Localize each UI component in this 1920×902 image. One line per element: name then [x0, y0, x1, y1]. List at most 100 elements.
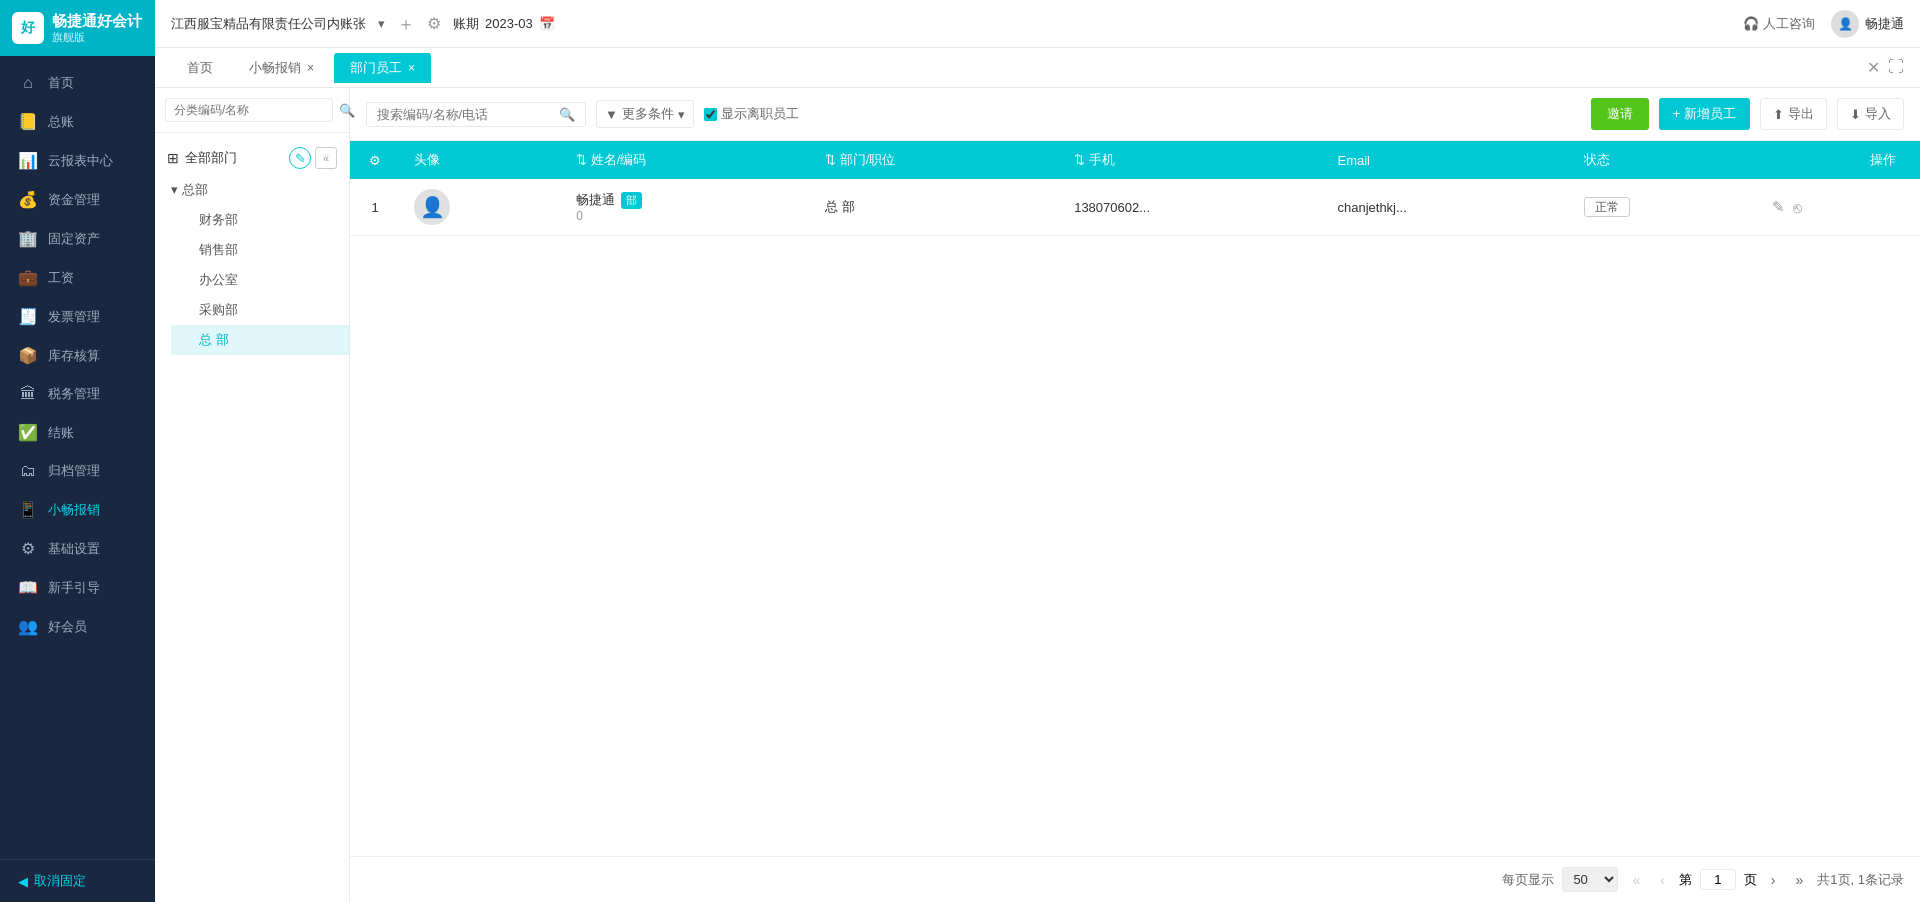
dept-item-finance[interactable]: 财务部	[171, 205, 349, 235]
funds-icon: 💰	[18, 190, 38, 209]
topbar: 江西服宝精品有限责任公司内账张 ▾ ＋ ⚙ 账期 2023-03 📅 🎧 人工咨…	[155, 0, 1920, 48]
export-label: 导出	[1788, 105, 1814, 123]
inventory-icon: 📦	[18, 346, 38, 365]
export-button[interactable]: ⬆ 导出	[1760, 98, 1827, 130]
more-filters-button[interactable]: ▼ 更多条件 ▾	[596, 100, 694, 128]
first-page-button[interactable]: «	[1626, 870, 1646, 890]
show-resigned-checkbox[interactable]: 显示离职员工	[704, 105, 799, 123]
add-company-button[interactable]: ＋	[397, 12, 415, 36]
import-button[interactable]: ⬇ 导入	[1837, 98, 1904, 130]
cell-dept: 总 部	[811, 179, 1060, 236]
invite-button[interactable]: 邀请	[1591, 98, 1649, 130]
nav-label-inventory: 库存核算	[48, 347, 100, 365]
tab-home-label: 首页	[187, 59, 213, 77]
nav-item-invoice[interactable]: 🧾 发票管理	[0, 297, 155, 336]
nav-item-inventory[interactable]: 📦 库存核算	[0, 336, 155, 375]
col-name[interactable]: ⇅ 姓名/编码	[562, 141, 811, 179]
nav-list: ⌂ 首页 📒 总账 📊 云报表中心 💰 资金管理 🏢 固定资产 💼 工资 🧾 发…	[0, 56, 155, 859]
collapse-dept-button[interactable]: «	[315, 147, 337, 169]
tab-home[interactable]: 首页	[171, 53, 229, 83]
service-label: 人工咨询	[1763, 15, 1815, 33]
ledger-icon: 📒	[18, 112, 38, 131]
search-icon[interactable]: 🔍	[559, 107, 575, 122]
salary-icon: 💼	[18, 268, 38, 287]
tab-expand-btn[interactable]: ⛶	[1888, 58, 1904, 77]
nav-label-archive: 归档管理	[48, 462, 100, 480]
dept-search-input[interactable]	[165, 98, 333, 122]
dept-tag: 部	[621, 192, 642, 209]
per-page-select[interactable]: 50 10 20 100	[1562, 867, 1618, 892]
cell-name: 畅捷通 部 0	[562, 179, 811, 236]
nav-label-ledger: 总账	[48, 113, 74, 131]
tab-close-btn[interactable]: ✕	[1867, 58, 1880, 77]
company-dropdown-icon[interactable]: ▾	[378, 16, 385, 31]
archive-icon: 🗂	[18, 462, 38, 480]
tab-expense-close[interactable]: ×	[307, 61, 314, 75]
nav-item-tax[interactable]: 🏛 税务管理	[0, 375, 155, 413]
tabs-actions: ✕ ⛶	[1867, 58, 1904, 77]
nav-label-funds: 资金管理	[48, 191, 100, 209]
col-dept[interactable]: ⇅ 部门/职位	[811, 141, 1060, 179]
add-employee-button[interactable]: + 新增员工	[1659, 98, 1750, 130]
dept-search-area: 🔍	[155, 88, 349, 133]
filter-label: 更多条件	[622, 105, 674, 123]
col-phone[interactable]: ⇅ 手机	[1060, 141, 1323, 179]
nav-item-closing[interactable]: ✅ 结账	[0, 413, 155, 452]
nav-item-salary[interactable]: 💼 工资	[0, 258, 155, 297]
filter-icon: ▼	[605, 107, 618, 122]
show-resigned-label: 显示离职员工	[721, 105, 799, 123]
dept-item-purchase[interactable]: 采购部	[171, 295, 349, 325]
edit-employee-button[interactable]: ✎	[1772, 198, 1785, 216]
nav-label-settings: 基础设置	[48, 540, 100, 558]
edit-dept-button[interactable]: ✎	[289, 147, 311, 169]
nav-item-funds[interactable]: 💰 资金管理	[0, 180, 155, 219]
nav-label-closing: 结账	[48, 424, 74, 442]
nav-item-assets[interactable]: 🏢 固定资产	[0, 219, 155, 258]
service-button[interactable]: 🎧 人工咨询	[1743, 15, 1815, 33]
last-page-button[interactable]: »	[1790, 870, 1810, 890]
nav-item-archive[interactable]: 🗂 归档管理	[0, 452, 155, 490]
prev-page-button[interactable]: ‹	[1654, 870, 1671, 890]
nav-label-assets: 固定资产	[48, 230, 100, 248]
nav-label-home: 首页	[48, 74, 74, 92]
nav-label-invoice: 发票管理	[48, 308, 100, 326]
next-page-button[interactable]: ›	[1765, 870, 1782, 890]
dept-item-sales[interactable]: 销售部	[171, 235, 349, 265]
tab-expense[interactable]: 小畅报销 ×	[233, 53, 330, 83]
content-area: 🔍 ⊞ 全部部门 ✎ « ▾ 总部	[155, 88, 1920, 902]
cell-phone: 138070602...	[1060, 179, 1323, 236]
import-label: 导入	[1865, 105, 1891, 123]
nav-item-expense[interactable]: 📱 小畅报销	[0, 490, 155, 529]
employee-panel: 🔍 ▼ 更多条件 ▾ 显示离职员工 邀请 + 新增员工 ⬆ 导出	[350, 88, 1920, 902]
app-name: 畅捷通好会计	[52, 12, 142, 30]
sidebar: 好 畅捷通好会计 旗舰版 ⌂ 首页 📒 总账 📊 云报表中心 💰 资金管理 🏢 …	[0, 0, 155, 902]
all-dept-text: 全部部门	[185, 149, 237, 167]
nav-label-reports: 云报表中心	[48, 152, 113, 170]
dept-branch: 财务部 销售部 办公室 采购部 总 部	[155, 205, 349, 355]
company-name: 江西服宝精品有限责任公司内账张	[171, 15, 366, 33]
logout-employee-button[interactable]: ⎋	[1793, 199, 1802, 216]
nav-item-home[interactable]: ⌂ 首页	[0, 64, 155, 102]
nav-item-settings[interactable]: ⚙ 基础设置	[0, 529, 155, 568]
nav-item-ledger[interactable]: 📒 总账	[0, 102, 155, 141]
calendar-icon[interactable]: 📅	[539, 16, 555, 31]
employee-table-wrap: ⚙ 头像 ⇅ 姓名/编码 ⇅ 部门/职位 ⇅ 手机 Email	[350, 141, 1920, 856]
tab-dept-close[interactable]: ×	[408, 61, 415, 75]
col-settings[interactable]: ⚙	[350, 141, 400, 179]
dept-item-general[interactable]: 总 部	[171, 325, 349, 355]
nav-item-reports[interactable]: 📊 云报表中心	[0, 141, 155, 180]
pin-icon: ◀	[18, 874, 28, 889]
page-input[interactable]	[1700, 869, 1736, 890]
dept-item-office[interactable]: 办公室	[171, 265, 349, 295]
unpin-button[interactable]: ◀ 取消固定	[0, 859, 155, 902]
main-area: 江西服宝精品有限责任公司内账张 ▾ ＋ ⚙ 账期 2023-03 📅 🎧 人工咨…	[155, 0, 1920, 902]
user-area[interactable]: 👤 畅捷通	[1831, 10, 1904, 38]
company-settings-icon[interactable]: ⚙	[427, 14, 441, 33]
all-dept-header[interactable]: ⊞ 全部部门 ✎ «	[155, 141, 349, 175]
nav-item-guide[interactable]: 📖 新手引导	[0, 568, 155, 607]
employee-search-input[interactable]	[377, 107, 553, 122]
tab-dept[interactable]: 部门员工 ×	[334, 53, 431, 83]
nav-item-member[interactable]: 👥 好会员	[0, 607, 155, 646]
dept-tree: ▾ 总部 财务部 销售部 办公室 采购部 总 部	[155, 175, 349, 355]
resigned-checkbox-input[interactable]	[704, 108, 717, 121]
